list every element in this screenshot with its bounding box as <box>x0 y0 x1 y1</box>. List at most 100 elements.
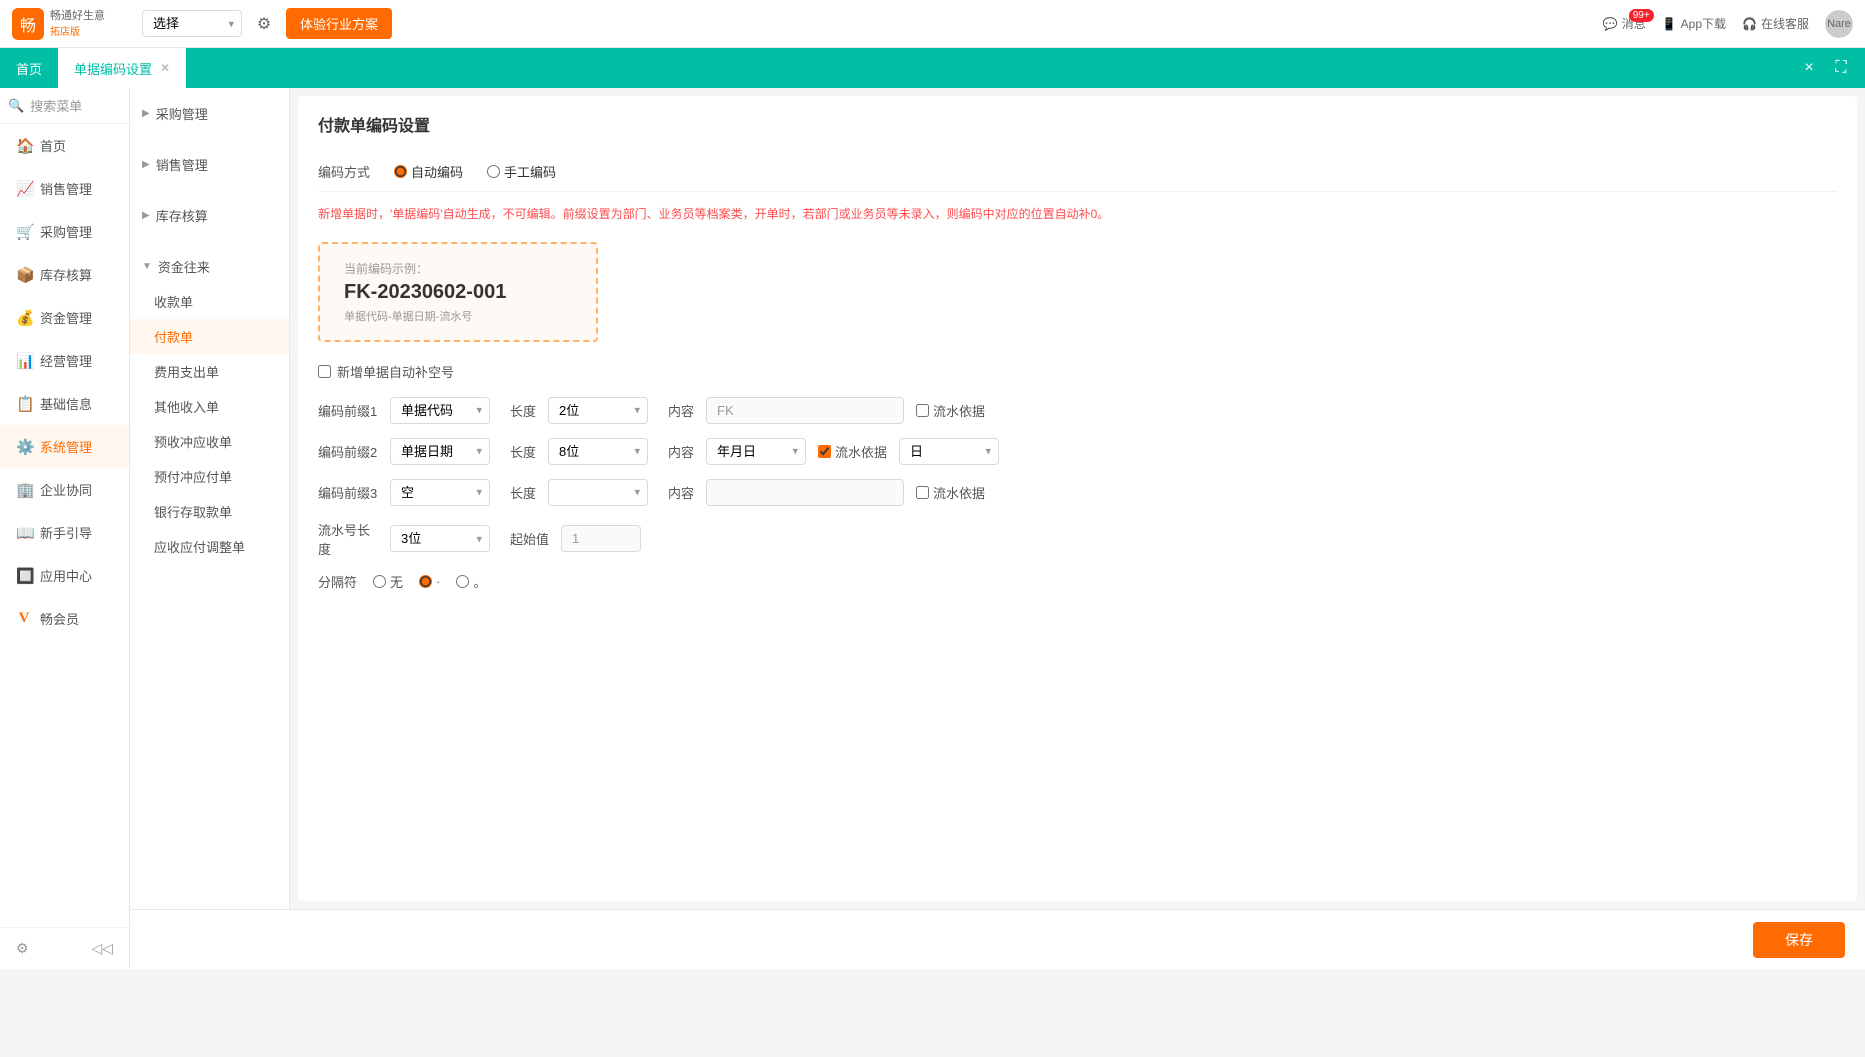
manual-encoding-radio[interactable] <box>487 165 500 178</box>
serial2-checkbox-label[interactable]: 流水依据 <box>818 442 887 461</box>
serial3-label: 流水依据 <box>933 483 985 502</box>
sidebar-item-system[interactable]: ⚙️ 系统管理 <box>0 425 129 468</box>
length2-select[interactable]: 8位 <box>548 438 648 465</box>
app-download-button[interactable]: 📱 App下载 <box>1662 15 1726 32</box>
code-preview-value: FK-20230602-001 <box>344 281 572 304</box>
sub-nav-sales-label: 销售管理 <box>156 155 208 174</box>
sub-nav-other-income[interactable]: 其他收入单 <box>130 389 289 424</box>
sub-nav-adjust[interactable]: 应收应付调整单 <box>130 529 289 564</box>
online-service-button[interactable]: 🎧 在线客服 <box>1742 15 1809 32</box>
sidebar-item-apps[interactable]: 🔲 应用中心 <box>0 554 129 597</box>
sidebar-item-newbie[interactable]: 📖 新手引导 <box>0 511 129 554</box>
auto-encoding-option[interactable]: 自动编码 <box>394 162 463 181</box>
sidebar-search[interactable]: 🔍 搜索菜单 <box>0 88 129 124</box>
sidebar-item-finance-label: 资金管理 <box>40 308 92 327</box>
sub-nav-group-sales: ▶ 销售管理 <box>130 139 289 190</box>
sub-nav-header-purchase[interactable]: ▶ 采购管理 <box>130 96 289 131</box>
sub-nav-payment[interactable]: 付款单 <box>130 319 289 354</box>
prefix2-label: 编码前缀2 <box>318 442 378 461</box>
manual-encoding-option[interactable]: 手工编码 <box>487 162 556 181</box>
inventory-icon: 📦 <box>16 266 32 284</box>
tab-encoding[interactable]: 单据编码设置 ✕ <box>58 48 186 88</box>
separator-dot-radio[interactable] <box>419 575 432 588</box>
start-value-input[interactable] <box>561 525 641 552</box>
sidebar-item-inventory[interactable]: 📦 库存核算 <box>0 253 129 296</box>
app-layout: 🔍 搜索菜单 🏠 首页 📈 销售管理 🛒 采购管理 📦 库存核算 💰 <box>0 88 1865 969</box>
serial2-unit-select[interactable]: 日 <box>899 438 999 465</box>
content3-input[interactable] <box>706 479 904 506</box>
sidebar-item-finance[interactable]: 💰 资金管理 <box>0 296 129 339</box>
separator-circle-radio[interactable] <box>456 575 469 588</box>
sidebar-item-purchase[interactable]: 🛒 采购管理 <box>0 210 129 253</box>
sub-nav-prepay-receivable[interactable]: 预收冲应收单 <box>130 424 289 459</box>
sub-nav-receipt[interactable]: 收款单 <box>130 284 289 319</box>
collapse-sidebar-button[interactable]: ◁◁ <box>83 936 121 961</box>
length2-select-wrapper[interactable]: 8位 <box>548 438 648 465</box>
serial1-checkbox[interactable] <box>916 404 929 417</box>
sidebar-item-member[interactable]: V 畅会员 <box>0 597 129 640</box>
auto-fill-row: 新增单据自动补空号 <box>318 362 1837 381</box>
org-select[interactable]: 选择 <box>142 10 242 37</box>
sub-nav-bank-deposit[interactable]: 银行存取款单 <box>130 494 289 529</box>
sidebar-item-inventory-label: 库存核算 <box>40 265 92 284</box>
serial-length-select-wrapper[interactable]: 3位 <box>390 525 490 552</box>
serial2-checkbox[interactable] <box>818 445 831 458</box>
sidebar-item-enterprise[interactable]: 🏢 企业协同 <box>0 468 129 511</box>
auto-fill-checkbox[interactable] <box>318 365 331 378</box>
prefix3-select-wrapper[interactable]: 空 <box>390 479 490 506</box>
apps-icon: 🔲 <box>16 567 32 585</box>
sidebar-item-home[interactable]: 🏠 首页 <box>0 124 129 167</box>
tab-home[interactable]: 首页 <box>0 48 58 88</box>
logo-text: 畅通好生意 拓店版 <box>50 9 105 38</box>
tab-close-icon[interactable]: ✕ <box>160 61 170 75</box>
auto-encoding-radio[interactable] <box>394 165 407 178</box>
length3-select-wrapper[interactable] <box>548 479 648 506</box>
separator-none-radio[interactable] <box>373 575 386 588</box>
sidebar-item-newbie-label: 新手引导 <box>40 523 92 542</box>
length1-select[interactable]: 2位 <box>548 397 648 424</box>
separator-none-option[interactable]: 无 <box>373 572 403 591</box>
content2-select[interactable]: 年月日 <box>706 438 806 465</box>
manual-encoding-label: 手工编码 <box>504 162 556 181</box>
content2-select-wrapper[interactable]: 年月日 <box>706 438 806 465</box>
prefix3-select[interactable]: 空 <box>390 479 490 506</box>
prefix1-select[interactable]: 单据代码 <box>390 397 490 424</box>
separator-none-label: 无 <box>390 572 403 591</box>
prefix1-select-wrapper[interactable]: 单据代码 <box>390 397 490 424</box>
trial-button[interactable]: 体验行业方案 <box>286 8 392 39</box>
message-button[interactable]: 💬 消息 99+ <box>1603 15 1646 32</box>
serial3-checkbox-label[interactable]: 流水依据 <box>916 483 985 502</box>
serial3-checkbox[interactable] <box>916 486 929 499</box>
content1-label: 内容 <box>668 401 694 420</box>
main-content: 付款单编码设置 编码方式 自动编码 手工编码 新增单据时，'单据编码'自动生成，… <box>290 88 1865 969</box>
serial-length-select[interactable]: 3位 <box>390 525 490 552</box>
expand-tab-button[interactable]: ⛶ <box>1829 56 1853 80</box>
length3-select[interactable] <box>548 479 648 506</box>
sub-nav-header-sales[interactable]: ▶ 销售管理 <box>130 147 289 182</box>
org-select-wrapper[interactable]: 选择 <box>142 10 242 37</box>
settings-bottom-button[interactable]: ⚙ <box>8 936 37 961</box>
save-button[interactable]: 保存 <box>1753 922 1845 958</box>
sub-nav-prepay-payable[interactable]: 预付冲应付单 <box>130 459 289 494</box>
prefix2-select-wrapper[interactable]: 单据日期 <box>390 438 490 465</box>
minimize-tab-button[interactable]: × <box>1797 56 1821 80</box>
separator-circle-option[interactable]: 。 <box>456 572 486 591</box>
length1-select-wrapper[interactable]: 2位 <box>548 397 648 424</box>
serial1-checkbox-label[interactable]: 流水依据 <box>916 401 985 420</box>
code-preview-label: 当前编码示例： <box>344 260 572 277</box>
serial2-unit-wrapper[interactable]: 日 <box>899 438 999 465</box>
content2-label: 内容 <box>668 442 694 461</box>
sidebar-item-sales[interactable]: 📈 销售管理 <box>0 167 129 210</box>
settings-button[interactable]: ⚙ <box>250 10 278 38</box>
sidebar-item-basic[interactable]: 📋 基础信息 <box>0 382 129 425</box>
sub-nav-expense[interactable]: 费用支出单 <box>130 354 289 389</box>
user-avatar[interactable]: Nare <box>1825 10 1853 38</box>
separator-dot-option[interactable]: · <box>419 574 440 589</box>
sub-nav-header-finance[interactable]: ▼ 资金往来 <box>130 249 289 284</box>
sidebar-item-sales-label: 销售管理 <box>40 179 92 198</box>
prefix2-select[interactable]: 单据日期 <box>390 438 490 465</box>
sub-nav-header-stock[interactable]: ▶ 库存核算 <box>130 198 289 233</box>
content1-input[interactable] <box>706 397 904 424</box>
sidebar-item-operation[interactable]: 📊 经营管理 <box>0 339 129 382</box>
tab-actions: × ⛶ <box>1797 56 1865 80</box>
